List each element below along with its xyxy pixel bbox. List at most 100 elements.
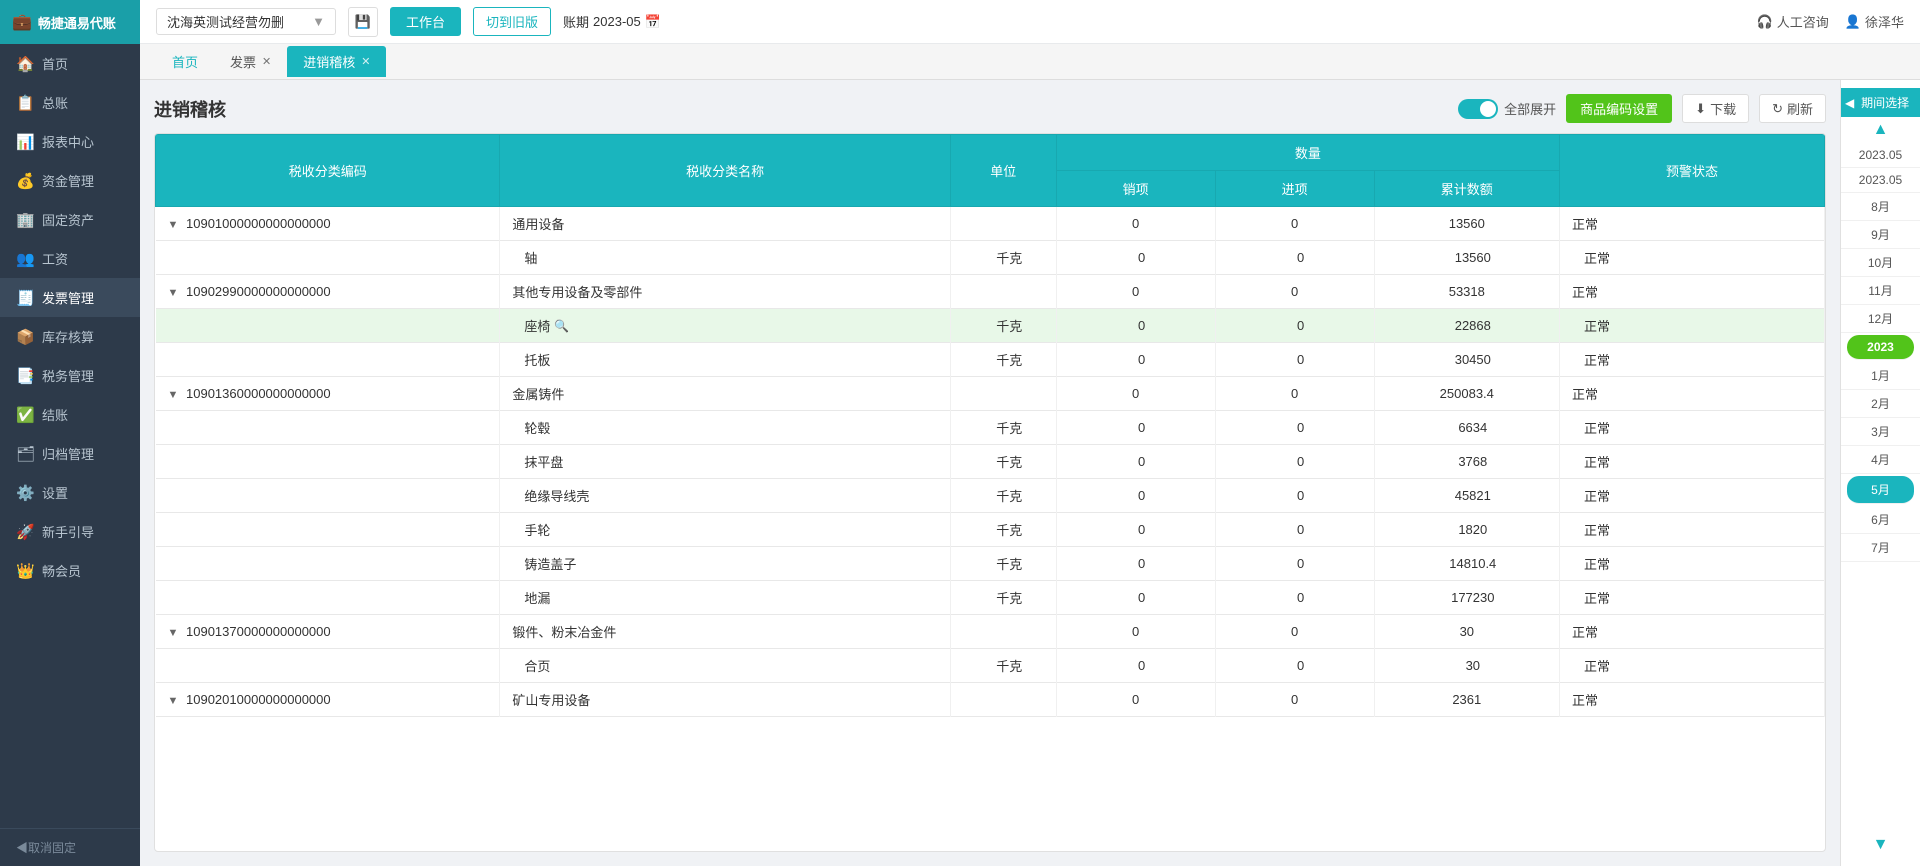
cell-unit: 千克 [950,241,1056,275]
toggle-thumb [1480,101,1496,117]
search-icon[interactable]: 🔍 [554,319,569,333]
period-item[interactable]: 9月 [1841,221,1920,249]
cell-sales: 0 [1056,411,1215,445]
invoice-icon: 🧾 [16,289,34,307]
period-down-button[interactable]: ▼ [1841,832,1920,858]
period-item[interactable]: 4月 [1841,446,1920,474]
workbench-button[interactable]: 工作台 [390,7,461,36]
service-button[interactable]: 🎧 人工咨询 [1757,12,1829,31]
collapse-icon[interactable]: ▼ [168,287,179,299]
collapse-icon[interactable]: ▼ [168,695,179,707]
sidebar-item-reports[interactable]: 📊 报表中心 [0,122,140,161]
calendar-icon[interactable]: 📅 [645,14,661,30]
period-up-button[interactable]: ▲ [1841,117,1920,143]
period-item[interactable]: 6月 [1841,506,1920,534]
sidebar-item-payroll[interactable]: 👥 工资 [0,239,140,278]
close-invoice-tab-icon[interactable]: ✕ [262,55,271,68]
period-item[interactable]: 3月 [1841,418,1920,446]
content-area: 进销稽核 全部展开 商品编码设置 ⬇ 下载 ↻ 刷 [140,80,1840,866]
collapse-icon[interactable]: ▼ [168,627,179,639]
assets-icon: 🏢 [16,211,34,229]
sidebar-item-inventory[interactable]: 📦 库存核算 [0,317,140,356]
sidebar-item-ledger[interactable]: 📋 总账 [0,83,140,122]
tab-invoice[interactable]: 发票 ✕ [214,46,287,77]
headset-icon: 🎧 [1757,14,1773,30]
collapse-icon[interactable]: ▼ [168,219,179,231]
header-actions: 全部展开 商品编码设置 ⬇ 下载 ↻ 刷新 [1458,94,1826,123]
switch-version-button[interactable]: 切到旧版 [473,7,551,36]
cell-status: 正常 [1560,445,1825,479]
unpin-label: ◀取消固定 [16,839,76,856]
sidebar-item-guide[interactable]: 🚀 新手引导 [0,512,140,551]
cell-status: 正常 [1560,275,1825,309]
cell-purchase: 0 [1215,513,1374,547]
download-button[interactable]: ⬇ 下载 [1682,94,1749,123]
period-item[interactable]: 12月 [1841,305,1920,333]
cell-code: ▼ 10901000000000000000 [156,207,500,241]
cell-total: 177230 [1374,581,1559,615]
cell-sales: 0 [1056,479,1215,513]
company-selector[interactable]: 沈海英测试经营勿删 ▼ [156,8,336,35]
cell-name: 锻件、粉末冶金件 [500,615,950,649]
sidebar-item-close[interactable]: ✅ 结账 [0,395,140,434]
toggle-track[interactable] [1458,99,1498,119]
reconcile-table: 税收分类编码 税收分类名称 单位 数量 预警状态 销项 进项 累计数额 [155,134,1825,717]
sidebar-item-archive[interactable]: 🗂 归档管理 [0,434,140,473]
sidebar-item-funds[interactable]: 💰 资金管理 [0,161,140,200]
period-item[interactable]: 8月 [1841,193,1920,221]
cell-sales: 0 [1056,513,1215,547]
period-panel-header[interactable]: ◀ 期间选择 [1841,88,1920,117]
cell-total: 53318 [1374,275,1559,309]
sidebar-item-member[interactable]: 👑 畅会员 [0,551,140,590]
tab-reconcile[interactable]: 进销稽核 ✕ [287,46,386,77]
cell-code: ▼ 10901370000000000000 [156,615,500,649]
unpin-button[interactable]: ◀取消固定 [0,828,140,866]
refresh-button[interactable]: ↻ 刷新 [1759,94,1826,123]
save-icon-button[interactable]: 💾 [348,7,378,37]
sidebar-item-tax[interactable]: 📑 税务管理 [0,356,140,395]
period-item[interactable]: 2月 [1841,390,1920,418]
cell-purchase: 0 [1215,615,1374,649]
cell-sales: 0 [1056,615,1215,649]
cell-status: 正常 [1560,343,1825,377]
sidebar-label-inventory: 库存核算 [42,327,94,346]
close-reconcile-tab-icon[interactable]: ✕ [361,55,370,68]
cell-unit: 千克 [950,343,1056,377]
sidebar-item-settings[interactable]: ⚙️ 设置 [0,473,140,512]
cell-code [156,309,500,343]
refresh-label: 刷新 [1787,99,1813,118]
table-row: ▼ 10901370000000000000 锻件、粉末冶金件 0 0 30 正… [156,615,1825,649]
period-item[interactable]: 11月 [1841,277,1920,305]
tab-home[interactable]: 首页 [156,46,214,77]
sidebar-item-assets[interactable]: 🏢 固定资产 [0,200,140,239]
page-title: 进销稽核 [154,96,226,122]
period-item[interactable]: 1月 [1841,362,1920,390]
cell-status: 正常 [1560,479,1825,513]
product-code-button[interactable]: 商品编码设置 [1566,94,1672,123]
period-item[interactable]: 10月 [1841,249,1920,277]
table-row: 轮毂 千克 0 0 6634 正常 [156,411,1825,445]
collapse-icon[interactable]: ▼ [168,389,179,401]
funds-icon: 💰 [16,172,34,190]
period-item[interactable]: 2023.05 [1841,168,1920,193]
expand-toggle[interactable]: 全部展开 [1458,99,1556,119]
sidebar-item-home[interactable]: 🏠 首页 [0,44,140,83]
sidebar-item-invoice[interactable]: 🧾 发票管理 [0,278,140,317]
period-item[interactable]: 2023.05 [1841,143,1920,168]
period-item[interactable]: 7月 [1841,534,1920,562]
cell-code [156,513,500,547]
col-tax-code-header: 税收分类编码 [156,135,500,207]
guide-icon: 🚀 [16,523,34,541]
table-row: ▼ 10902010000000000000 矿山专用设备 0 0 2361 正… [156,683,1825,717]
page-header: 进销稽核 全部展开 商品编码设置 ⬇ 下载 ↻ 刷 [154,94,1826,123]
period-item-active[interactable]: 5月 [1847,476,1914,504]
col-total-header: 累计数额 [1374,171,1559,207]
tab-reconcile-label: 进销稽核 [303,52,355,71]
cell-code [156,411,500,445]
cell-sales: 0 [1056,649,1215,683]
cell-sales: 0 [1056,309,1215,343]
user-name: 徐泽华 [1865,12,1904,31]
cell-status: 正常 [1560,207,1825,241]
cell-unit: 千克 [950,411,1056,445]
user-menu[interactable]: 👤 徐泽华 [1845,12,1904,31]
